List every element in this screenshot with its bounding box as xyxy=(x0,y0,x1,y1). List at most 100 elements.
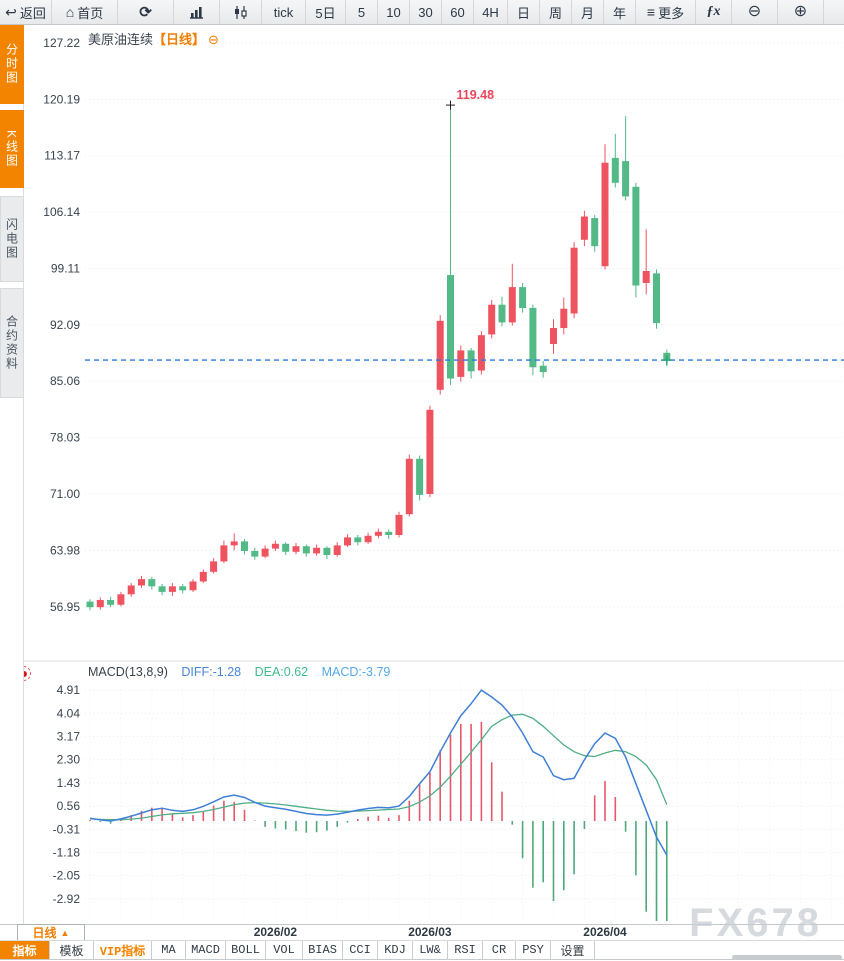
toolbar-item-label: 30 xyxy=(418,4,433,20)
toolbar-year[interactable]: 年 xyxy=(604,0,636,24)
tab-kdj[interactable]: KDJ xyxy=(378,941,413,959)
toolbar-candle-chart[interactable] xyxy=(220,0,262,24)
period-dropdown-label: 日线 xyxy=(32,926,57,940)
tab-bias[interactable]: BIAS xyxy=(303,941,343,959)
zoom-in-icon: ⊕ xyxy=(793,3,808,20)
tab-cci[interactable]: CCI xyxy=(343,941,378,959)
back-arrow-icon: ↩ xyxy=(5,4,17,20)
svg-text:119.48: 119.48 xyxy=(457,88,495,102)
svg-text:-2.05: -2.05 xyxy=(53,869,81,883)
macd-indicator-labels: MACD(13,8,9) DIFF:-1.28 DEA:0.62 MACD:-3… xyxy=(88,665,390,679)
toolbar-item-label: 更多 xyxy=(658,5,685,21)
toolbar-item-label: 60 xyxy=(450,4,465,20)
bar-chart-icon xyxy=(190,6,203,19)
toolbar-item-label: 5 xyxy=(357,4,366,20)
toolbar-day[interactable]: 日 xyxy=(508,0,540,24)
tab-vip-indicator[interactable]: VIP指标 xyxy=(94,941,152,959)
toolbar-30[interactable]: 30 xyxy=(410,0,442,24)
toolbar-home[interactable]: ⌂ 首页 xyxy=(52,0,118,24)
toolbar-4h[interactable]: 4H xyxy=(474,0,508,24)
toolbar-item-label: 月 xyxy=(580,5,594,21)
svg-text:71.00: 71.00 xyxy=(50,487,80,501)
toolbar-60[interactable]: 60 xyxy=(442,0,474,24)
toolbar-item-label: 10 xyxy=(386,4,401,20)
diff-value-label: DIFF:-1.28 xyxy=(181,665,242,679)
tab-template[interactable]: 模板 xyxy=(50,941,94,959)
home-icon: ⌂ xyxy=(65,4,75,20)
svg-text:0.56: 0.56 xyxy=(57,799,81,813)
toolbar-5[interactable]: 5 xyxy=(346,0,378,24)
toolbar-line-chart[interactable] xyxy=(174,0,220,24)
refresh-icon: ⟳ xyxy=(139,3,152,21)
svg-text:92.09: 92.09 xyxy=(50,318,80,332)
svg-text:85.06: 85.06 xyxy=(50,374,80,388)
svg-text:4.91: 4.91 xyxy=(57,683,81,697)
candlestick-icon xyxy=(234,5,247,19)
chart-title: 美原油连续【日线】 ⊖ xyxy=(88,29,219,48)
toolbar-item-label: ƒx xyxy=(706,4,721,19)
svg-text:2.30: 2.30 xyxy=(57,753,81,767)
svg-text:4.04: 4.04 xyxy=(57,706,81,720)
chevron-up-icon: ▲ xyxy=(60,927,70,938)
symbol-name: 美原油连续 xyxy=(88,32,154,47)
collapse-pane-icon[interactable]: ⊖ xyxy=(208,32,219,47)
toolbar-tick[interactable]: tick xyxy=(262,0,306,24)
toolbar-item-label: 首页 xyxy=(77,5,104,21)
tab-cr[interactable]: CR xyxy=(483,941,516,959)
indicator-tab-bar: 指标 模板 VIP指标 MA MACD BOLL VOL BIAS CCI KDJ LW& RSI CR… xyxy=(0,940,844,960)
svg-text:78.03: 78.03 xyxy=(50,431,80,445)
macd-value-label: MACD:-3.79 xyxy=(321,665,391,679)
toolbar-week[interactable]: 周 xyxy=(540,0,572,24)
svg-text:120.19: 120.19 xyxy=(43,92,80,106)
tab-boll[interactable]: BOLL xyxy=(226,941,266,959)
tab-psy[interactable]: PSY xyxy=(516,941,551,959)
toolbar-10[interactable]: 10 xyxy=(378,0,410,24)
toolbar-item-label: 返回 xyxy=(19,5,46,21)
tab-vol[interactable]: VOL xyxy=(266,941,303,959)
toolbar-zoom-out[interactable]: ⊖ xyxy=(732,0,778,24)
toolbar-back[interactable]: ↩ 返回 xyxy=(0,0,52,24)
trading-app: ↩ 返回 ⌂ 首页 ⟳ tick 5日 5 10 30 60 4H 日周月年 ≡ 更多 ƒx ⊖ ⊕ 分时图 K线图… xyxy=(0,0,844,961)
menu-icon: ≡ xyxy=(646,4,656,20)
macd-params-label: MACD(13,8,9) xyxy=(88,665,168,679)
tab-ma[interactable]: MA xyxy=(152,941,186,959)
sidebar-tab-contract[interactable]: 合约资料 xyxy=(0,288,24,398)
toolbar-5d[interactable]: 5日 xyxy=(306,0,346,24)
svg-text:-0.31: -0.31 xyxy=(53,822,81,836)
date-axis-row xyxy=(0,924,844,941)
toolbar-more[interactable]: ≡ 更多 xyxy=(636,0,696,24)
dea-value-label: DEA:0.62 xyxy=(254,665,309,679)
chart-canvas[interactable]: 127.22 120.19 113.17 106.14 99.11 92.09 85.06 7… xyxy=(0,0,844,961)
svg-text:1.43: 1.43 xyxy=(57,776,81,790)
toolbar-item-label: 周 xyxy=(548,5,562,21)
sidebar-tab-timeshare[interactable]: 分时图 xyxy=(0,24,24,104)
sidebar-tab-lightning[interactable]: 闪电图 xyxy=(0,196,24,282)
chart-type-sidebar: 分时图 K线图闪电图合约资料 xyxy=(0,24,24,924)
toolbar: ↩ 返回 ⌂ 首页 ⟳ tick 5日 5 10 30 60 4H 日周月年 ≡ 更多 ƒx ⊖ ⊕ xyxy=(0,0,844,25)
toolbar-fx[interactable]: ƒx xyxy=(696,0,732,24)
toolbar-zoom-in[interactable]: ⊕ xyxy=(778,0,824,24)
toolbar-month[interactable]: 月 xyxy=(572,0,604,24)
sidebar-tab-kline[interactable]: K线图 xyxy=(0,110,24,188)
toolbar-item-label: 4H xyxy=(482,4,499,20)
period-dropdown-button[interactable]: 日线 ▲ xyxy=(17,924,85,941)
svg-text:113.17: 113.17 xyxy=(44,149,80,163)
svg-text:106.14: 106.14 xyxy=(43,205,80,219)
toolbar-item-label: tick xyxy=(273,4,294,20)
zoom-out-icon: ⊖ xyxy=(747,3,762,20)
svg-text:127.22: 127.22 xyxy=(43,36,80,50)
svg-text:56.95: 56.95 xyxy=(50,600,80,614)
tab-macd[interactable]: MACD xyxy=(186,941,226,959)
svg-text:-2.92: -2.92 xyxy=(53,892,81,906)
period-tag: 【日线】 xyxy=(153,32,206,47)
tab-settings[interactable]: 设置 xyxy=(551,941,595,959)
tab-indicator[interactable]: 指标 xyxy=(0,941,50,959)
tab-lw[interactable]: LW& xyxy=(413,941,448,959)
tab-rsi[interactable]: RSI xyxy=(448,941,483,959)
horizontal-scrollbar-thumb[interactable] xyxy=(732,955,842,960)
toolbar-refresh[interactable]: ⟳ xyxy=(118,0,174,24)
toolbar-item-label: 5日 xyxy=(315,5,336,21)
svg-text:3.17: 3.17 xyxy=(57,729,81,743)
svg-text:63.98: 63.98 xyxy=(50,543,80,557)
